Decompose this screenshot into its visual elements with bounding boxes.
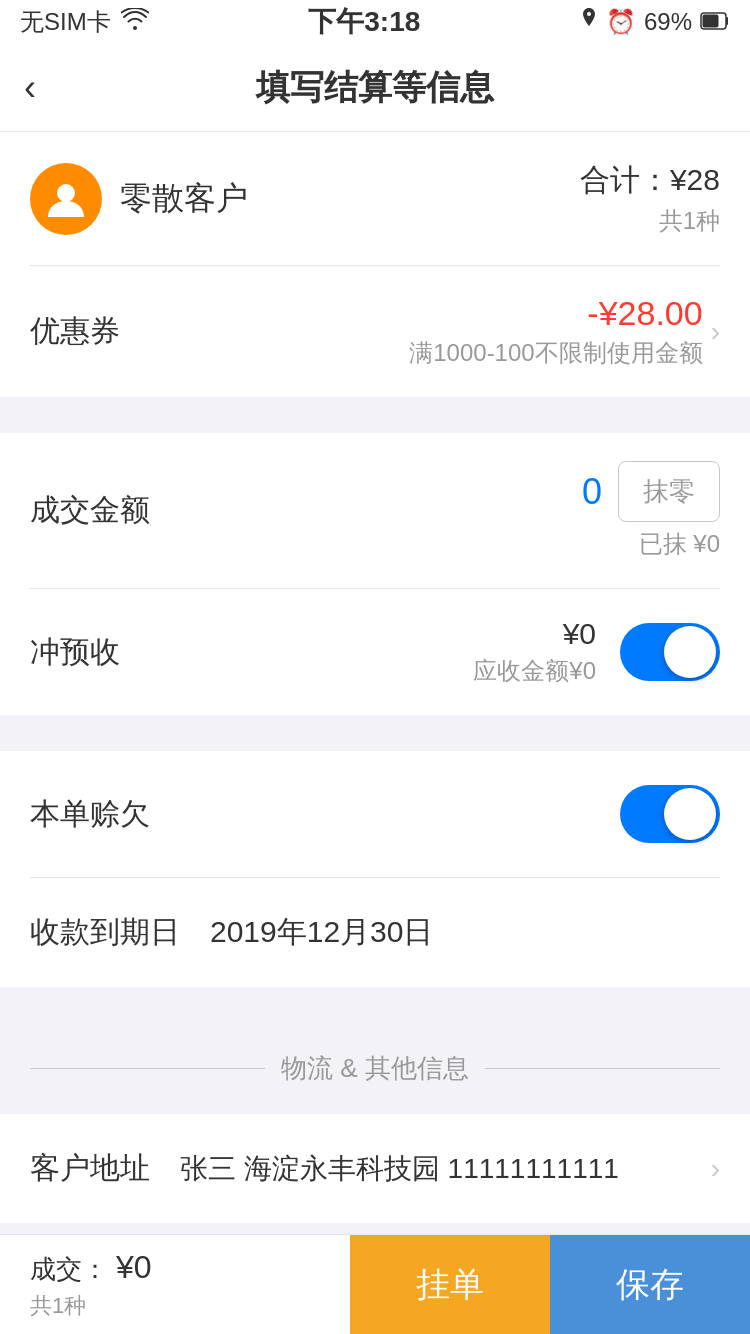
bottom-bar: 成交： ¥0 共1种 挂单 保存 bbox=[0, 1234, 750, 1334]
battery-label: 69% bbox=[644, 8, 692, 36]
transaction-sub: 已抹 ¥0 bbox=[639, 528, 720, 560]
bottom-count: 共1种 bbox=[30, 1291, 320, 1321]
bottom-amount: ¥0 bbox=[116, 1249, 152, 1286]
chong-toggle-thumb bbox=[664, 626, 716, 678]
gray-divider-3 bbox=[0, 1003, 750, 1023]
transaction-row: 成交金额 0 抹零 已抹 ¥0 bbox=[0, 433, 750, 588]
chong-amount-group: ¥0 应收金额¥0 bbox=[473, 617, 596, 687]
chong-amount: ¥0 bbox=[473, 617, 596, 651]
coupon-chevron-icon: › bbox=[711, 316, 720, 348]
address-chevron-icon: › bbox=[711, 1153, 720, 1185]
date-value: 2019年12月30日 bbox=[210, 912, 433, 953]
logistics-text: 物流 & 其他信息 bbox=[281, 1051, 469, 1086]
status-bar: 无SIM卡 下午3:18 ⏰ 69% bbox=[0, 0, 750, 44]
customer-left: 零散客户 bbox=[30, 163, 248, 235]
network-label: 无SIM卡 bbox=[20, 6, 111, 38]
coupon-right: -¥28.00 满1000-100不限制使用金额 › bbox=[409, 294, 720, 369]
nav-bar: ‹ 填写结算等信息 bbox=[0, 44, 750, 132]
address-section: 客户地址 张三 海淀永丰科技园 11111111111 › bbox=[0, 1114, 750, 1223]
sheqian-toggle-thumb bbox=[664, 788, 716, 840]
total-count: 共1种 bbox=[580, 205, 720, 237]
gray-divider-2 bbox=[0, 731, 750, 751]
coupon-desc: 满1000-100不限制使用金额 bbox=[409, 337, 702, 369]
address-value: 张三 海淀永丰科技园 11111111111 bbox=[180, 1150, 711, 1188]
customer-right: 合计：¥28 共1种 bbox=[580, 160, 720, 237]
maling-button[interactable]: 抹零 bbox=[618, 461, 720, 522]
status-time: 下午3:18 bbox=[308, 3, 420, 41]
hang-button[interactable]: 挂单 bbox=[350, 1235, 550, 1334]
address-label: 客户地址 bbox=[30, 1148, 150, 1189]
location-icon bbox=[580, 8, 598, 36]
logistics-divider: 物流 & 其他信息 bbox=[0, 1023, 750, 1114]
customer-name: 零散客户 bbox=[120, 177, 248, 221]
chong-label: 冲预收 bbox=[30, 632, 120, 673]
battery-icon bbox=[700, 8, 730, 36]
logistics-line-right bbox=[485, 1068, 720, 1069]
sheqian-toggle[interactable] bbox=[620, 785, 720, 843]
transaction-section: 成交金额 0 抹零 已抹 ¥0 冲预收 ¥0 应收金额¥0 bbox=[0, 433, 750, 715]
address-row[interactable]: 客户地址 张三 海淀永丰科技园 11111111111 › bbox=[0, 1114, 750, 1223]
coupon-label: 优惠券 bbox=[30, 311, 120, 352]
customer-avatar bbox=[30, 163, 102, 235]
nav-title: 填写结算等信息 bbox=[256, 65, 494, 111]
svg-point-2 bbox=[57, 184, 75, 202]
back-button[interactable]: ‹ bbox=[24, 67, 36, 109]
alarm-icon: ⏰ bbox=[606, 8, 636, 36]
chong-right: ¥0 应收金额¥0 bbox=[473, 617, 720, 687]
transaction-right: 0 抹零 已抹 ¥0 bbox=[582, 461, 720, 560]
logistics-line-left bbox=[30, 1068, 265, 1069]
address-chevron: › bbox=[711, 1153, 720, 1185]
date-label: 收款到期日 bbox=[30, 912, 180, 953]
customer-row: 零散客户 合计：¥28 共1种 bbox=[0, 132, 750, 265]
bottom-info: 成交： ¥0 共1种 bbox=[0, 1235, 350, 1334]
coupon-amount-group: -¥28.00 满1000-100不限制使用金额 bbox=[409, 294, 702, 369]
status-right: ⏰ 69% bbox=[580, 8, 730, 36]
status-left: 无SIM卡 bbox=[20, 6, 149, 38]
customer-section: 零散客户 合计：¥28 共1种 优惠券 -¥28.00 满1000-100不限制… bbox=[0, 132, 750, 397]
chong-toggle[interactable] bbox=[620, 623, 720, 681]
chong-row: 冲预收 ¥0 应收金额¥0 bbox=[0, 589, 750, 715]
total-amount: 合计：¥28 bbox=[580, 160, 720, 201]
gray-divider-1 bbox=[0, 413, 750, 433]
bottom-chengjiao-label: 成交： bbox=[30, 1252, 108, 1287]
date-row: 收款到期日 2019年12月30日 bbox=[0, 878, 750, 987]
amount-top-row: 0 抹零 bbox=[582, 461, 720, 522]
wifi-icon bbox=[121, 8, 149, 36]
chong-sub: 应收金额¥0 bbox=[473, 655, 596, 687]
transaction-value: 0 bbox=[582, 471, 602, 513]
sheqian-row: 本单赊欠 bbox=[0, 751, 750, 877]
coupon-row[interactable]: 优惠券 -¥28.00 满1000-100不限制使用金额 › bbox=[0, 266, 750, 397]
sheqian-label: 本单赊欠 bbox=[30, 794, 150, 835]
coupon-amount: -¥28.00 bbox=[409, 294, 702, 333]
svg-rect-1 bbox=[702, 15, 718, 28]
sheqian-section: 本单赊欠 收款到期日 2019年12月30日 bbox=[0, 751, 750, 987]
save-button[interactable]: 保存 bbox=[550, 1235, 750, 1334]
transaction-label: 成交金额 bbox=[30, 490, 150, 531]
